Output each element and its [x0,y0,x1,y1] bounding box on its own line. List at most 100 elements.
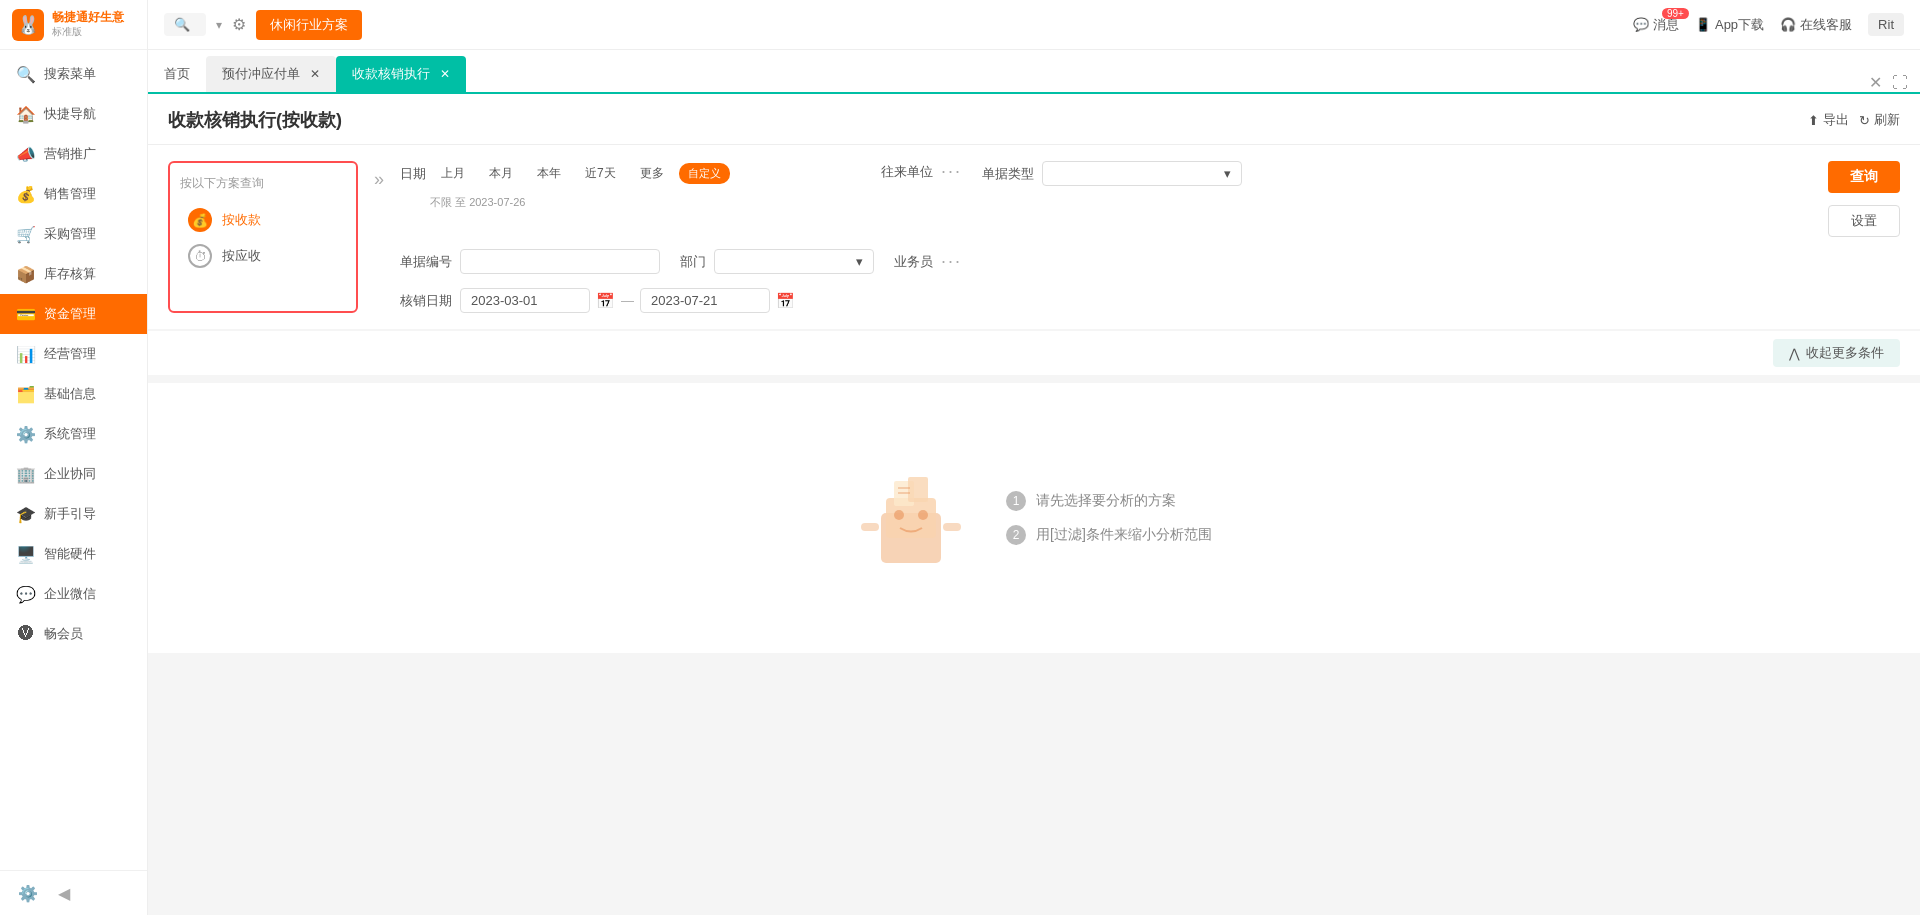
tab-home[interactable]: 首页 [148,56,206,92]
sidebar-label-hardware: 智能硬件 [44,545,96,563]
setting-button[interactable]: 设置 [1828,205,1900,237]
sidebar-item-inventory[interactable]: 📦 库存核算 [0,254,147,294]
docno-input[interactable] [460,249,660,274]
tab-receipt-close[interactable]: ✕ [440,67,450,81]
sidebar-label-system: 系统管理 [44,425,96,443]
verify-date-end-cal[interactable]: 📅 [776,292,795,310]
settings-bottom-icon[interactable]: ⚙️ [16,881,40,905]
filter-collapse-btn[interactable]: » [374,161,384,313]
sidebar-item-marketing[interactable]: 📣 营销推广 [0,134,147,174]
app-name: 畅捷通好生意 [52,10,124,26]
page-content: 收款核销执行(按收款) ⬆ 导出 ↻ 刷新 按以下方案查询 💰 按收款 [148,94,1920,915]
basic-icon: 🗂️ [16,384,36,404]
dept-select[interactable]: ▾ [714,249,874,274]
app-icon: 📱 [1695,17,1711,32]
sidebar-label-enterprise: 企业协同 [44,465,96,483]
user-name: Rit [1878,17,1894,32]
date-btn-custom[interactable]: 自定义 [679,163,730,184]
tip1-num: 1 [1006,491,1026,511]
sidebar-item-hardware[interactable]: 🖥️ 智能硬件 [0,534,147,574]
docno-field: 单据编号 [400,249,660,274]
sidebar-item-search[interactable]: 🔍 搜索菜单 [0,54,147,94]
date-btn-thisyear[interactable]: 本年 [528,161,570,186]
verify-date-start-cal[interactable]: 📅 [596,292,615,310]
date-btn-more[interactable]: 更多 [631,161,673,186]
sidebar-item-purchase[interactable]: 🛒 采购管理 [0,214,147,254]
sidebar-label-guide: 新手引导 [44,505,96,523]
topbar-gear-icon[interactable]: ⚙ [232,15,246,34]
tab-prepay[interactable]: 预付冲应付单 ✕ [206,56,336,92]
date-btn-7days[interactable]: 近7天 [576,161,625,186]
tab-receipt[interactable]: 收款核销执行 ✕ [336,56,466,92]
main-area: 🔍 ▾ ⚙ 休闲行业方案 💬 消息 99+ 📱 App下载 🎧 在线客服 Rit [148,0,1920,915]
sidebar-bottom: ⚙️ ◀ [0,870,147,915]
topbar-chevron-icon[interactable]: ▾ [216,18,222,32]
topbar-search-box[interactable]: 🔍 [164,13,206,36]
sidebar-item-system[interactable]: ⚙️ 系统管理 [0,414,147,454]
sidebar-item-basic[interactable]: 🗂️ 基础信息 [0,374,147,414]
page-title: 收款核销执行(按收款) [168,108,342,144]
sidebar-item-finance[interactable]: 💳 资金管理 [0,294,147,334]
tab-receipt-label: 收款核销执行 [352,65,430,83]
inventory-icon: 📦 [16,264,36,284]
filter-option-receivable[interactable]: ⏱ 按应收 [180,238,346,274]
collapse-sidebar-icon[interactable]: ◀ [52,881,76,905]
verify-date-start-input[interactable] [460,288,590,313]
sales-icon: 💰 [16,184,36,204]
topbar-search-icon: 🔍 [174,17,190,32]
topbar-user[interactable]: Rit [1868,13,1904,36]
tab-expand-action[interactable]: ⛶ [1892,74,1908,92]
svg-rect-7 [908,477,928,502]
tabbar: 首页 预付冲应付单 ✕ 收款核销执行 ✕ ✕ ⛶ [148,50,1920,94]
verify-date-end-input[interactable] [640,288,770,313]
sidebar-item-member[interactable]: 🅥 畅会员 [0,614,147,654]
filter-option-receipt[interactable]: 💰 按收款 [180,202,346,238]
sidebar-item-enterprise[interactable]: 🏢 企业协同 [0,454,147,494]
sidebar-item-wechat[interactable]: 💬 企业微信 [0,574,147,614]
doctype-label: 单据类型 [982,165,1034,183]
verify-date-range: 📅 — 📅 [460,288,795,313]
sidebar-label-basic: 基础信息 [44,385,96,403]
doctype-select-arrow: ▾ [1224,166,1231,181]
topbar-online-service[interactable]: 🎧 在线客服 [1780,16,1852,34]
sidebar-item-quick[interactable]: 🏠 快捷导航 [0,94,147,134]
tab-close-action[interactable]: ✕ [1869,73,1882,92]
collapse-more-button[interactable]: ⋀ 收起更多条件 [1773,339,1900,367]
empty-tip-1: 1 请先选择要分析的方案 [1006,491,1212,511]
date-field: 日期 上月 本月 本年 近7天 更多 自定义 不限 至 2023-07-26 [400,161,861,210]
sidebar-item-guide[interactable]: 🎓 新手引导 [0,494,147,534]
refresh-button[interactable]: ↻ 刷新 [1859,111,1900,129]
empty-tips: 1 请先选择要分析的方案 2 用[过滤]条件来缩小分析范围 [1006,491,1212,545]
sidebar-item-sales[interactable]: 💰 销售管理 [0,174,147,214]
filter-actions: 查询 设置 [1828,161,1900,237]
collapse-up-icon: ⋀ [1789,346,1800,361]
sidebar-label-purchase: 采购管理 [44,225,96,243]
salesman-dots[interactable]: ··· [941,251,962,272]
sidebar-label-search: 搜索菜单 [44,65,96,83]
sidebar: 🐰 畅捷通好生意 标准版 🔍 搜索菜单 🏠 快捷导航 📣 营销推广 💰 销售管理… [0,0,148,915]
query-button[interactable]: 查询 [1828,161,1900,193]
topbar-message[interactable]: 💬 消息 99+ [1633,16,1679,34]
solution-button[interactable]: 休闲行业方案 [256,10,362,40]
export-label: 导出 [1823,111,1849,129]
system-icon: ⚙️ [16,424,36,444]
sidebar-label-finance: 资金管理 [44,305,96,323]
partner-dots[interactable]: ··· [941,161,962,182]
date-btn-thismonth[interactable]: 本月 [480,161,522,186]
app-logo-icon: 🐰 [12,9,44,41]
tip2-text: 用[过滤]条件来缩小分析范围 [1036,526,1212,544]
tab-prepay-close[interactable]: ✕ [310,67,320,81]
quick-nav-icon: 🏠 [16,104,36,124]
filter-row-3: 核销日期 📅 — 📅 [400,288,1900,313]
topbar-right: 💬 消息 99+ 📱 App下载 🎧 在线客服 Rit [1633,13,1904,36]
doctype-select[interactable]: ▾ [1042,161,1242,186]
sidebar-label-sales: 销售管理 [44,185,96,203]
sidebar-item-operation[interactable]: 📊 经营管理 [0,334,147,374]
app-label: App下载 [1715,16,1764,34]
export-button[interactable]: ⬆ 导出 [1808,111,1849,129]
date-btn-lastmonth[interactable]: 上月 [432,161,474,186]
date-nolimit: 不限 至 2023-07-26 [430,196,525,208]
filter-receipt-icon: 💰 [188,208,212,232]
topbar-app-download[interactable]: 📱 App下载 [1695,16,1764,34]
verify-date-sep: — [621,293,634,308]
